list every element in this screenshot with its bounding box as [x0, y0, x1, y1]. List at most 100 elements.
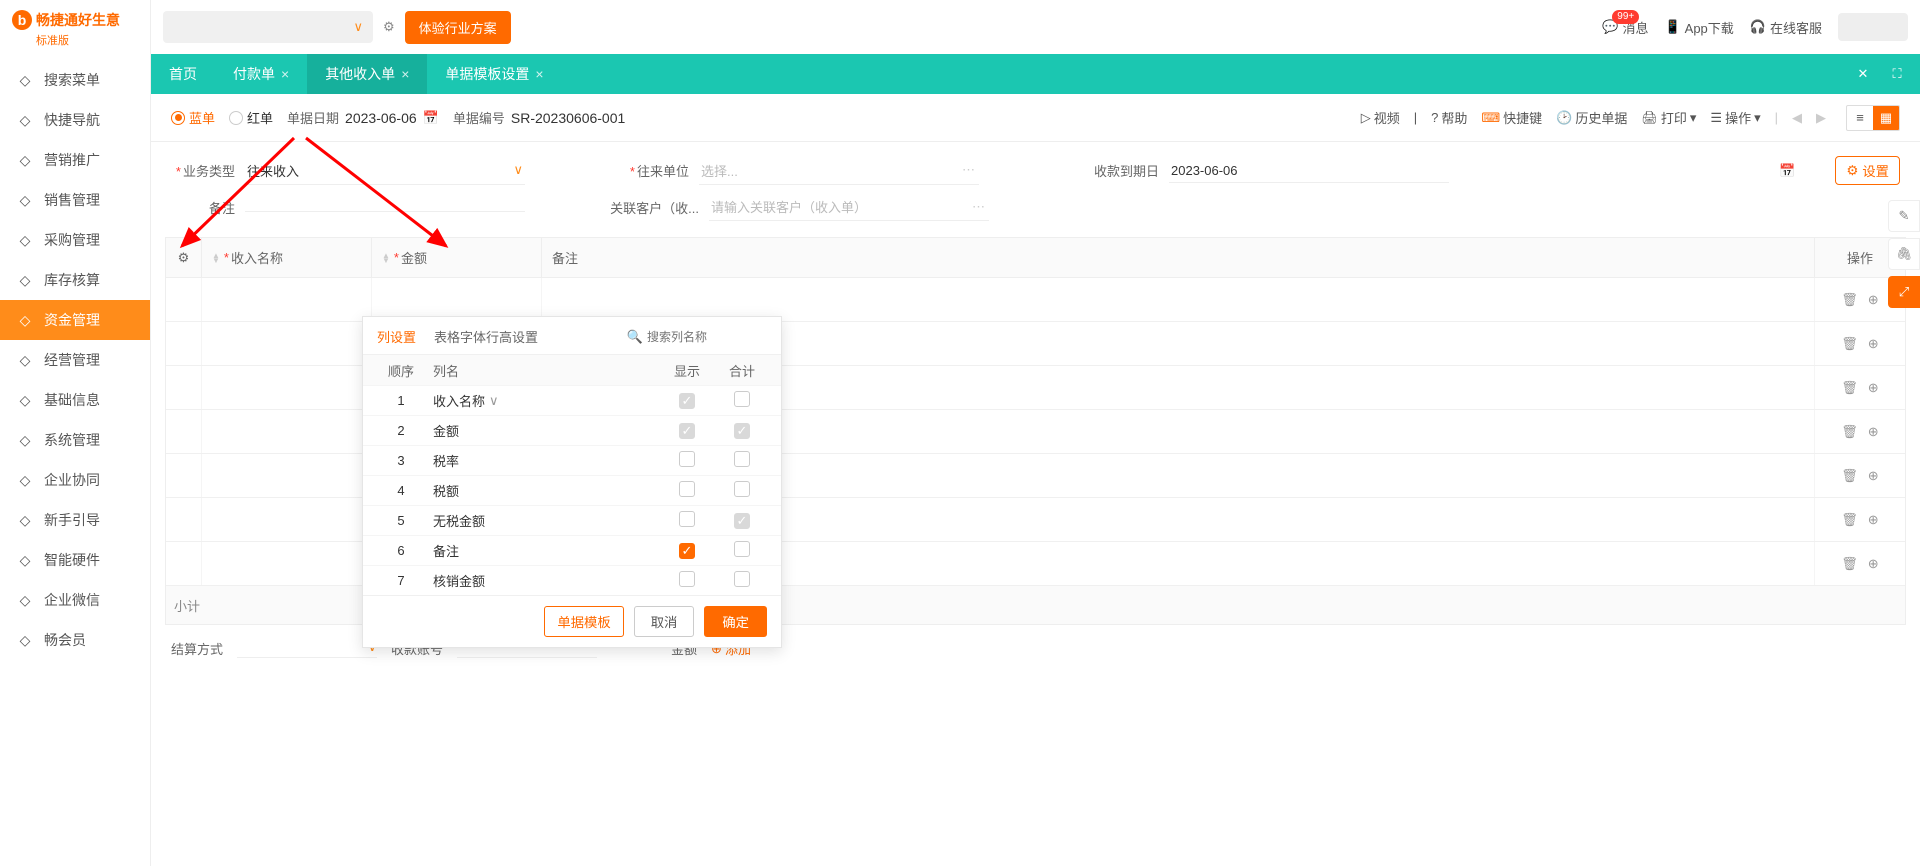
col-amount[interactable]: ▲▼*金额 — [372, 238, 542, 277]
sidebar-item-11[interactable]: ◇新手引导 — [0, 500, 150, 540]
video-link[interactable]: ▷视频 — [1361, 108, 1400, 127]
settle-method-select[interactable]: ∨ — [237, 639, 377, 658]
rail-note-icon[interactable]: ✎ — [1888, 200, 1920, 232]
delete-icon[interactable]: 🗑 — [1841, 380, 1858, 396]
checkbox-icon[interactable]: ✓ — [734, 423, 750, 439]
checkbox-icon[interactable] — [679, 511, 695, 527]
calendar-icon[interactable]: 📅 — [423, 110, 439, 126]
sidebar-item-4[interactable]: ◇采购管理 — [0, 220, 150, 260]
rail-attach-icon[interactable]: 🖇 — [1888, 238, 1920, 270]
avatar[interactable] — [1838, 13, 1908, 41]
sidebar-item-12[interactable]: ◇智能硬件 — [0, 540, 150, 580]
tab-close-all-icon[interactable]: ✕ — [1850, 61, 1876, 87]
org-selector[interactable]: ∨ — [163, 11, 373, 43]
view-list-icon[interactable]: ≡ — [1847, 106, 1873, 130]
sidebar-item-5[interactable]: ◇库存核算 — [0, 260, 150, 300]
tab-3[interactable]: 单据模板设置× — [427, 54, 561, 94]
checkbox-icon[interactable] — [679, 451, 695, 467]
checkbox-icon[interactable]: ✓ — [679, 393, 695, 409]
print-link[interactable]: 🖨打印▾ — [1641, 108, 1696, 127]
delete-icon[interactable]: 🗑 — [1841, 556, 1858, 572]
sidebar-item-1[interactable]: ◇快捷导航 — [0, 100, 150, 140]
checkbox-icon[interactable] — [734, 571, 750, 587]
sidebar-item-7[interactable]: ◇经营管理 — [0, 340, 150, 380]
partner-select[interactable]: 选择...⋯ — [699, 157, 979, 185]
app-download-link[interactable]: 📱 App下载 — [1664, 18, 1733, 37]
trial-button[interactable]: 体验行业方案 — [405, 11, 511, 44]
checkbox-icon[interactable] — [734, 481, 750, 497]
sidebar-item-14[interactable]: ◇畅会员 — [0, 620, 150, 660]
doc-date-value[interactable]: 2023-06-06 — [345, 110, 417, 126]
building-icon: ◇ — [16, 471, 34, 489]
checkbox-icon[interactable]: ✓ — [679, 423, 695, 439]
logo-text: 畅捷通好生意 — [36, 10, 120, 30]
copy-icon[interactable]: ⊕ — [1868, 292, 1879, 308]
due-date-input[interactable]: 2023-06-06 — [1169, 159, 1449, 183]
rail-expand-icon[interactable]: ⤢ — [1888, 276, 1920, 308]
pop-cancel-button[interactable]: 取消 — [634, 606, 695, 637]
close-icon[interactable]: × — [401, 66, 409, 82]
radio-blue[interactable]: 蓝单 — [171, 108, 215, 127]
delete-icon[interactable]: 🗑 — [1841, 468, 1858, 484]
copy-icon[interactable]: ⊕ — [1868, 424, 1879, 440]
col-income[interactable]: ▲▼*收入名称 — [202, 238, 372, 277]
gear-icon[interactable]: ⚙ — [383, 19, 395, 35]
prev-icon[interactable]: ◀ — [1792, 110, 1802, 126]
history-link[interactable]: 🕑历史单据 — [1556, 108, 1627, 127]
close-icon[interactable]: × — [281, 66, 289, 82]
sidebar-item-6[interactable]: ◇资金管理 — [0, 300, 150, 340]
tab-0[interactable]: 首页 — [151, 54, 215, 94]
col-remark[interactable]: 备注 — [542, 238, 1815, 277]
view-card-icon[interactable]: ▦ — [1873, 106, 1899, 130]
rel-cust-input[interactable]: 请输入关联客户（收入单）⋯ — [709, 193, 989, 221]
checkbox-icon[interactable] — [679, 481, 695, 497]
ops-link[interactable]: ☰操作▾ — [1710, 108, 1760, 127]
delete-icon[interactable]: 🗑 — [1841, 512, 1858, 528]
radio-red[interactable]: 红单 — [229, 108, 273, 127]
copy-icon[interactable]: ⊕ — [1868, 380, 1879, 396]
sidebar-item-0[interactable]: ◇搜索菜单 — [0, 60, 150, 100]
sidebar-item-3[interactable]: ◇销售管理 — [0, 180, 150, 220]
pop-template-button[interactable]: 单据模板 — [544, 606, 623, 637]
tab-expand-icon[interactable]: ⛶ — [1884, 61, 1910, 87]
help-link[interactable]: ?帮助 — [1431, 108, 1467, 127]
sidebar-item-8[interactable]: ◇基础信息 — [0, 380, 150, 420]
pop-head-name: 列名 — [425, 361, 657, 380]
pop-tab-columns[interactable]: 列设置 — [377, 327, 416, 346]
tab-1[interactable]: 付款单× — [215, 54, 307, 94]
chevron-down-icon: ▾ — [1690, 110, 1697, 126]
message-link[interactable]: 💬 消息 99+ — [1602, 18, 1648, 37]
tab-2[interactable]: 其他收入单× — [307, 54, 427, 94]
sidebar-item-10[interactable]: ◇企业协同 — [0, 460, 150, 500]
menu-icon: ☰ — [1710, 110, 1722, 126]
pop-tab-font[interactable]: 表格字体行高设置 — [434, 327, 538, 346]
sidebar-item-2[interactable]: ◇营销推广 — [0, 140, 150, 180]
shortcut-link[interactable]: ⌨快捷键 — [1481, 108, 1542, 127]
delete-icon[interactable]: 🗑 — [1841, 292, 1858, 308]
delete-icon[interactable]: 🗑 — [1841, 336, 1858, 352]
next-icon[interactable]: ▶ — [1816, 110, 1826, 126]
checkbox-icon[interactable] — [734, 451, 750, 467]
customer-service-link[interactable]: 🎧 在线客服 — [1750, 18, 1822, 37]
pop-search-input[interactable] — [647, 330, 767, 344]
sidebar-item-13[interactable]: ◇企业微信 — [0, 580, 150, 620]
delete-icon[interactable]: 🗑 — [1841, 424, 1858, 440]
copy-icon[interactable]: ⊕ — [1868, 512, 1879, 528]
pop-ok-button[interactable]: 确定 — [704, 606, 767, 637]
checkbox-icon[interactable] — [679, 571, 695, 587]
checkbox-icon[interactable]: ✓ — [734, 513, 750, 529]
copy-icon[interactable]: ⊕ — [1868, 468, 1879, 484]
sidebar-item-9[interactable]: ◇系统管理 — [0, 420, 150, 460]
checkbox-icon[interactable]: ✓ — [679, 543, 695, 559]
copy-icon[interactable]: ⊕ — [1868, 336, 1879, 352]
memo-input[interactable] — [245, 203, 525, 212]
biz-type-select[interactable]: 往来收入∨ — [245, 157, 525, 185]
grid-gear-icon[interactable]: ⚙ — [166, 238, 202, 277]
settings-button[interactable]: ⚙设置 — [1835, 156, 1900, 185]
checkbox-icon[interactable] — [734, 391, 750, 407]
close-icon[interactable]: × — [535, 66, 543, 82]
calendar-icon[interactable]: 📅 — [1779, 163, 1795, 179]
copy-icon[interactable]: ⊕ — [1868, 556, 1879, 572]
checkbox-icon[interactable] — [734, 541, 750, 557]
chevron-down-icon[interactable]: ∨ — [489, 393, 499, 409]
